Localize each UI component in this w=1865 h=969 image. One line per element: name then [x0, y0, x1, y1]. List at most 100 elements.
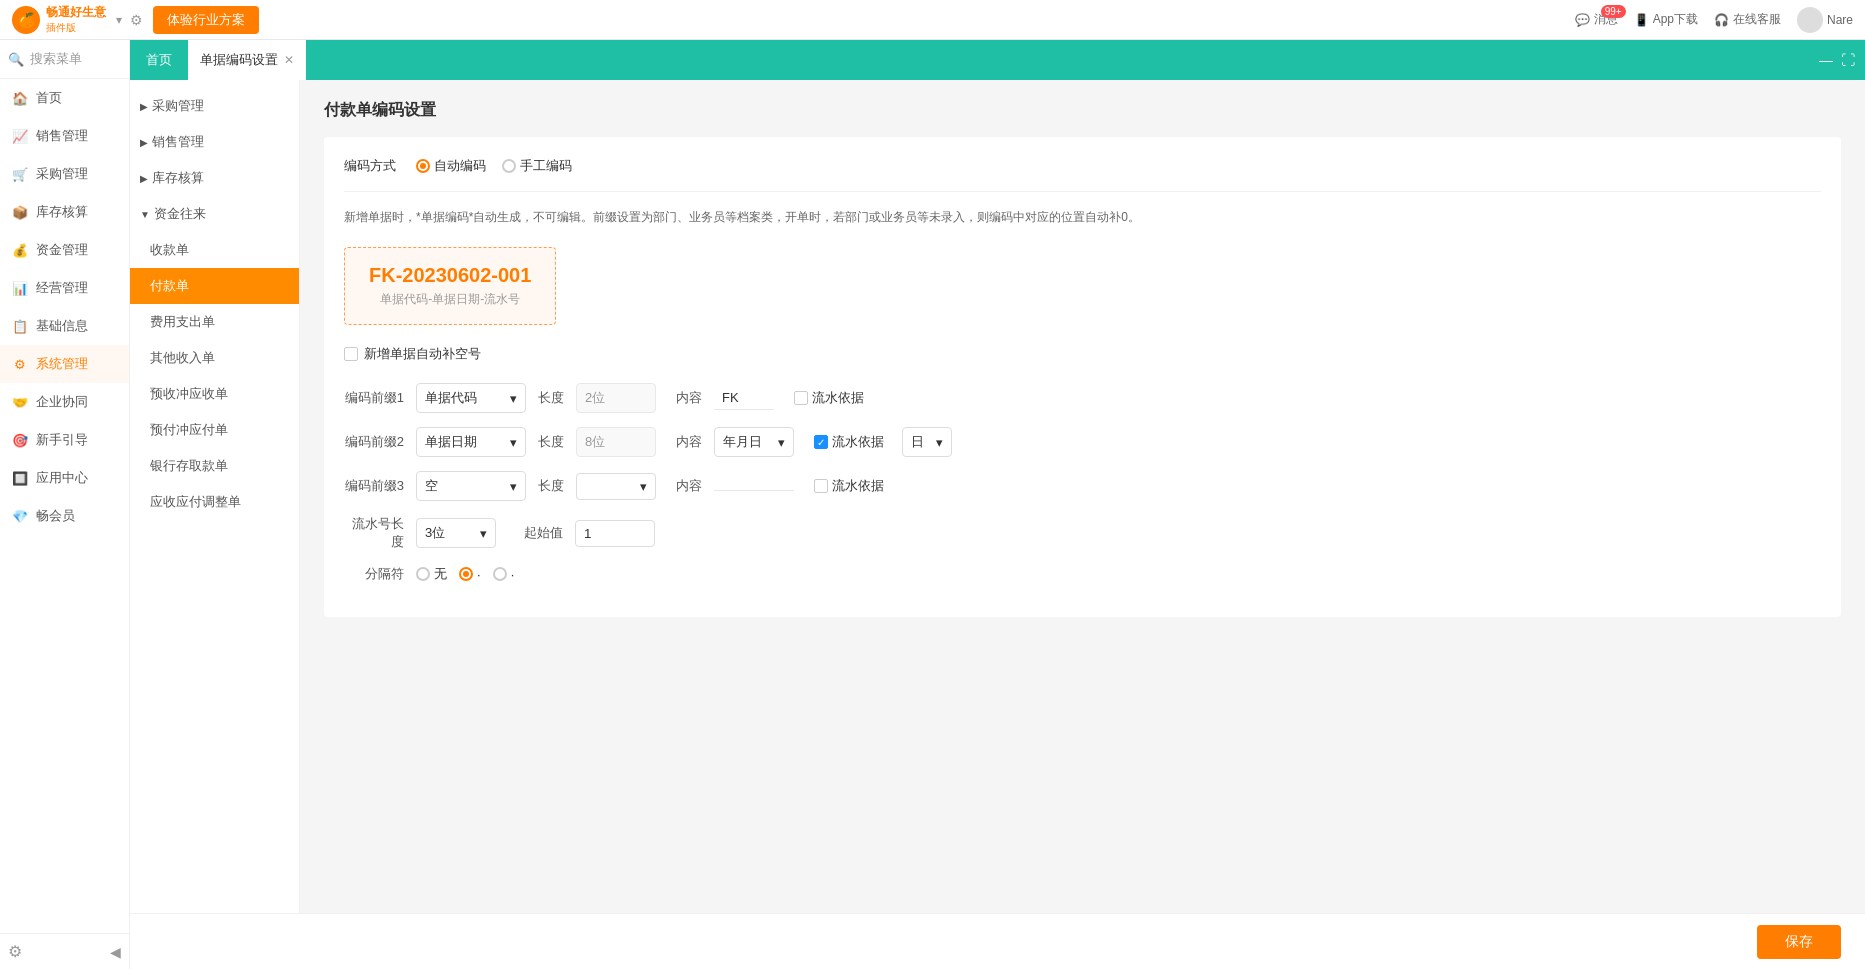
- app-download-item[interactable]: 📱 App下载: [1634, 11, 1698, 28]
- chevron-down-icon: ▾: [640, 479, 647, 494]
- sidebar-item-apps[interactable]: 🔲 应用中心: [0, 459, 129, 497]
- sidebar-item-label: 企业协同: [36, 393, 88, 411]
- sidebar-item-guide[interactable]: 🎯 新手引导: [0, 421, 129, 459]
- sidebar-item-basic[interactable]: 📋 基础信息: [0, 307, 129, 345]
- prefix2-label: 编码前缀2: [344, 433, 404, 451]
- serial-length-label: 流水号长度: [344, 515, 404, 551]
- bottom-bar: 保存: [130, 913, 1865, 969]
- left-menu-item-payment[interactable]: 付款单: [130, 268, 299, 304]
- logo: 🍊 畅通好生意 插件版: [12, 4, 106, 35]
- sales-icon: 📈: [12, 128, 28, 144]
- guide-icon: 🎯: [12, 432, 28, 448]
- left-menu-sales[interactable]: ▶ 销售管理: [130, 124, 299, 160]
- left-menu-sub-finance: 收款单 付款单 费用支出单 其他收入单 预收冲应收单 预付冲: [130, 232, 299, 520]
- left-menu-item-pre-payment[interactable]: 预付冲应付单: [130, 412, 299, 448]
- content3-value: [714, 482, 794, 491]
- prefix-row-1: 编码前缀1 单据代码 ▾ 长度 2位 内容 FK 流水依据: [344, 383, 1821, 413]
- sidebar-item-label: 经营管理: [36, 279, 88, 297]
- sidebar-item-label: 资金管理: [36, 241, 88, 259]
- separator-none[interactable]: 无: [416, 565, 447, 583]
- sidebar-item-finance[interactable]: 💰 资金管理: [0, 231, 129, 269]
- sidebar: 🔍 搜索菜单 🏠 首页 📈 销售管理 🛒 采购管理 📦 库存核算 💰: [0, 40, 130, 969]
- auto-fill-checkbox[interactable]: [344, 347, 358, 361]
- sidebar-item-operation[interactable]: 📊 经营管理: [0, 269, 129, 307]
- left-menu-item-other-income[interactable]: 其他收入单: [130, 340, 299, 376]
- chevron-down-icon: ▼: [140, 209, 150, 220]
- sidebar-item-enterprise[interactable]: 🤝 企业协同: [0, 383, 129, 421]
- separator-dot[interactable]: ·: [459, 567, 481, 582]
- separator-dot2[interactable]: ·: [493, 567, 515, 582]
- chevron-down-icon: ▾: [510, 435, 517, 450]
- top-bar-nav: ▾ ⚙: [116, 12, 143, 28]
- save-button[interactable]: 保存: [1757, 925, 1841, 959]
- gear-icon[interactable]: ⚙: [130, 12, 143, 28]
- sidebar-item-system[interactable]: ⚙ 系统管理: [0, 345, 129, 383]
- flow1-checkbox-box: [794, 391, 808, 405]
- prefix3-select[interactable]: 空 ▾: [416, 471, 526, 501]
- left-menu-item-pre-receipt[interactable]: 预收冲应收单: [130, 376, 299, 412]
- sidebar-item-label: 销售管理: [36, 127, 88, 145]
- encoding-method: 编码方式 自动编码 手工编码: [344, 157, 1821, 192]
- logo-text: 畅通好生意 插件版: [46, 4, 106, 35]
- tab-close-icon[interactable]: ✕: [284, 53, 294, 67]
- top-bar-left: 🍊 畅通好生意 插件版 ▾ ⚙ 体验行业方案: [12, 4, 259, 35]
- avatar: [1797, 7, 1823, 33]
- prefix2-select[interactable]: 单据日期 ▾: [416, 427, 526, 457]
- radio-group: 自动编码 手工编码: [416, 157, 572, 175]
- tab-bar: 首页 单据编码设置 ✕ — ⛶: [130, 40, 1865, 80]
- online-service-item[interactable]: 🎧 在线客服: [1714, 11, 1781, 28]
- sidebar-search[interactable]: 🔍 搜索菜单: [0, 40, 129, 79]
- message-badge: 99+: [1601, 5, 1626, 18]
- app-icon: 📱: [1634, 13, 1649, 27]
- operation-icon: 📊: [12, 280, 28, 296]
- flow1-checkbox[interactable]: 流水依据: [794, 389, 864, 407]
- tab-home[interactable]: 首页: [130, 40, 188, 80]
- left-panel: ▶ 采购管理 ▶ 销售管理 ▶ 库存核算 ▼ 资金往来: [130, 80, 300, 913]
- prefix1-select[interactable]: 单据代码 ▾: [416, 383, 526, 413]
- message-item[interactable]: 💬 消息 99+: [1575, 11, 1618, 28]
- separator-dot2-circle: [493, 567, 507, 581]
- flow3-checkbox-box: [814, 479, 828, 493]
- sidebar-item-purchase[interactable]: 🛒 采购管理: [0, 155, 129, 193]
- content3-label: 内容: [676, 477, 702, 495]
- flow2-checkbox[interactable]: ✓ 流水依据: [814, 433, 884, 451]
- chevron-down-icon: ▾: [936, 435, 943, 450]
- dropdown-arrow-icon[interactable]: ▾: [116, 13, 122, 27]
- search-icon: 🔍: [8, 52, 24, 67]
- chevron-down-icon: ▾: [778, 435, 785, 450]
- code-preview-sub: 单据代码-单据日期-流水号: [369, 291, 531, 308]
- sidebar-item-home[interactable]: 🏠 首页: [0, 79, 129, 117]
- radio-manual[interactable]: 手工编码: [502, 157, 572, 175]
- tab-bar-actions: — ⛶: [1819, 52, 1865, 68]
- settings-icon[interactable]: ⚙: [8, 942, 22, 961]
- flow3-checkbox[interactable]: 流水依据: [814, 477, 884, 495]
- start-value-input[interactable]: [575, 520, 655, 547]
- radio-auto[interactable]: 自动编码: [416, 157, 486, 175]
- left-menu-inventory[interactable]: ▶ 库存核算: [130, 160, 299, 196]
- collapse-icon[interactable]: ◀: [110, 944, 121, 960]
- flow2-period-select[interactable]: 日 ▾: [902, 427, 952, 457]
- home-icon: 🏠: [12, 90, 28, 106]
- page-content: ▶ 采购管理 ▶ 销售管理 ▶ 库存核算 ▼ 资金往来: [130, 80, 1865, 913]
- sidebar-item-sales[interactable]: 📈 销售管理: [0, 117, 129, 155]
- sidebar-item-inventory[interactable]: 📦 库存核算: [0, 193, 129, 231]
- auto-fill-checkbox-row[interactable]: 新增单据自动补空号: [344, 345, 1821, 363]
- left-menu-item-bank[interactable]: 银行存取款单: [130, 448, 299, 484]
- left-menu-item-expense[interactable]: 费用支出单: [130, 304, 299, 340]
- serial-length-select[interactable]: 3位 ▾: [416, 518, 496, 548]
- sidebar-item-label: 库存核算: [36, 203, 88, 221]
- tab-minimize-icon[interactable]: —: [1819, 52, 1833, 68]
- left-menu-item-receipt[interactable]: 收款单: [130, 232, 299, 268]
- radio-manual-circle: [502, 159, 516, 173]
- left-menu-item-adjust[interactable]: 应收应付调整单: [130, 484, 299, 520]
- trial-button[interactable]: 体验行业方案: [153, 6, 259, 34]
- tab-current[interactable]: 单据编码设置 ✕: [188, 40, 306, 80]
- left-menu-purchase[interactable]: ▶ 采购管理: [130, 88, 299, 124]
- sidebar-item-member[interactable]: 💎 畅会员: [0, 497, 129, 535]
- tab-expand-icon[interactable]: ⛶: [1841, 52, 1855, 68]
- content2-select[interactable]: 年月日 ▾: [714, 427, 794, 457]
- length3-select[interactable]: ▾: [576, 473, 656, 500]
- tab-label: 单据编码设置: [200, 51, 278, 69]
- user-info[interactable]: Nare: [1797, 7, 1853, 33]
- left-menu-finance[interactable]: ▼ 资金往来: [130, 196, 299, 232]
